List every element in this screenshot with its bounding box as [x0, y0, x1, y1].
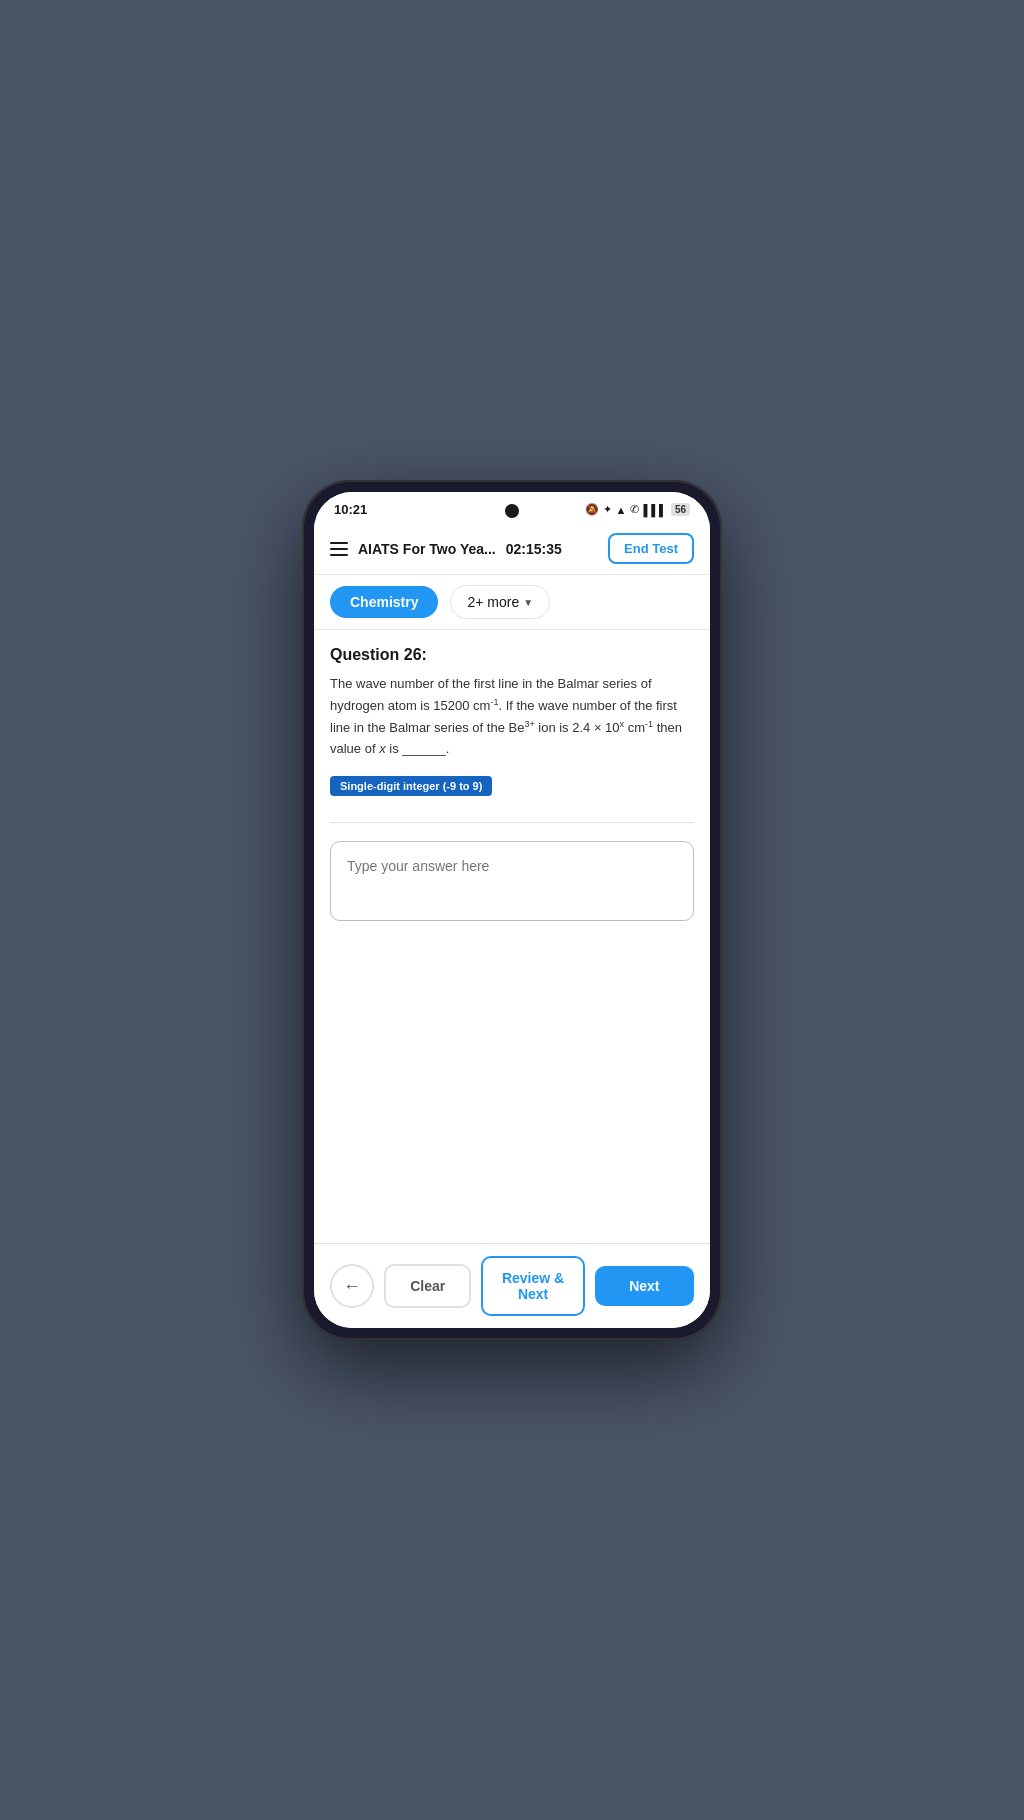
- signal-icon: ▌▌▌: [643, 504, 666, 516]
- phone-device: 10:21 🔕 ✦ ▲ ✆ ▌▌▌ 56 AIATS For Two Yea..…: [302, 480, 722, 1340]
- camera-notch: [505, 504, 519, 518]
- status-time: 10:21: [334, 502, 367, 517]
- question-number: Question 26:: [330, 646, 694, 664]
- question-type-badge: Single-digit integer (-9 to 9): [330, 776, 492, 796]
- call-icon: ✆: [630, 503, 639, 516]
- chevron-down-icon: ▼: [523, 597, 533, 608]
- next-button[interactable]: Next: [595, 1266, 694, 1306]
- question-text: The wave number of the first line in the…: [330, 674, 694, 760]
- header-left: AIATS For Two Yea... 02:15:35: [330, 541, 562, 557]
- tab-more-label: 2+ more: [467, 594, 519, 610]
- header-title: AIATS For Two Yea...: [358, 541, 496, 557]
- phone-screen: 10:21 🔕 ✦ ▲ ✆ ▌▌▌ 56 AIATS For Two Yea..…: [314, 492, 710, 1328]
- hamburger-menu-icon[interactable]: [330, 542, 348, 556]
- bottom-nav: ← Clear Review & Next Next: [314, 1243, 710, 1328]
- divider: [330, 822, 694, 823]
- back-button[interactable]: ←: [330, 1264, 374, 1308]
- tab-chemistry[interactable]: Chemistry: [330, 586, 438, 618]
- tab-more[interactable]: 2+ more ▼: [450, 585, 550, 619]
- back-arrow-icon: ←: [343, 1276, 361, 1297]
- answer-input[interactable]: [330, 841, 694, 921]
- tab-bar: Chemistry 2+ more ▼: [314, 575, 710, 630]
- app-header: AIATS For Two Yea... 02:15:35 End Test: [314, 523, 710, 575]
- battery-badge: 56: [671, 503, 690, 516]
- end-test-button[interactable]: End Test: [608, 533, 694, 564]
- wifi-icon: ▲: [616, 504, 627, 516]
- content-area: Question 26: The wave number of the firs…: [314, 630, 710, 1243]
- clear-button[interactable]: Clear: [384, 1264, 471, 1308]
- bluetooth-icon: ✦: [603, 503, 612, 516]
- header-timer: 02:15:35: [506, 541, 562, 557]
- vibrate-icon: 🔕: [585, 503, 599, 516]
- review-next-button[interactable]: Review & Next: [481, 1256, 584, 1316]
- status-icons: 🔕 ✦ ▲ ✆ ▌▌▌ 56: [585, 503, 690, 516]
